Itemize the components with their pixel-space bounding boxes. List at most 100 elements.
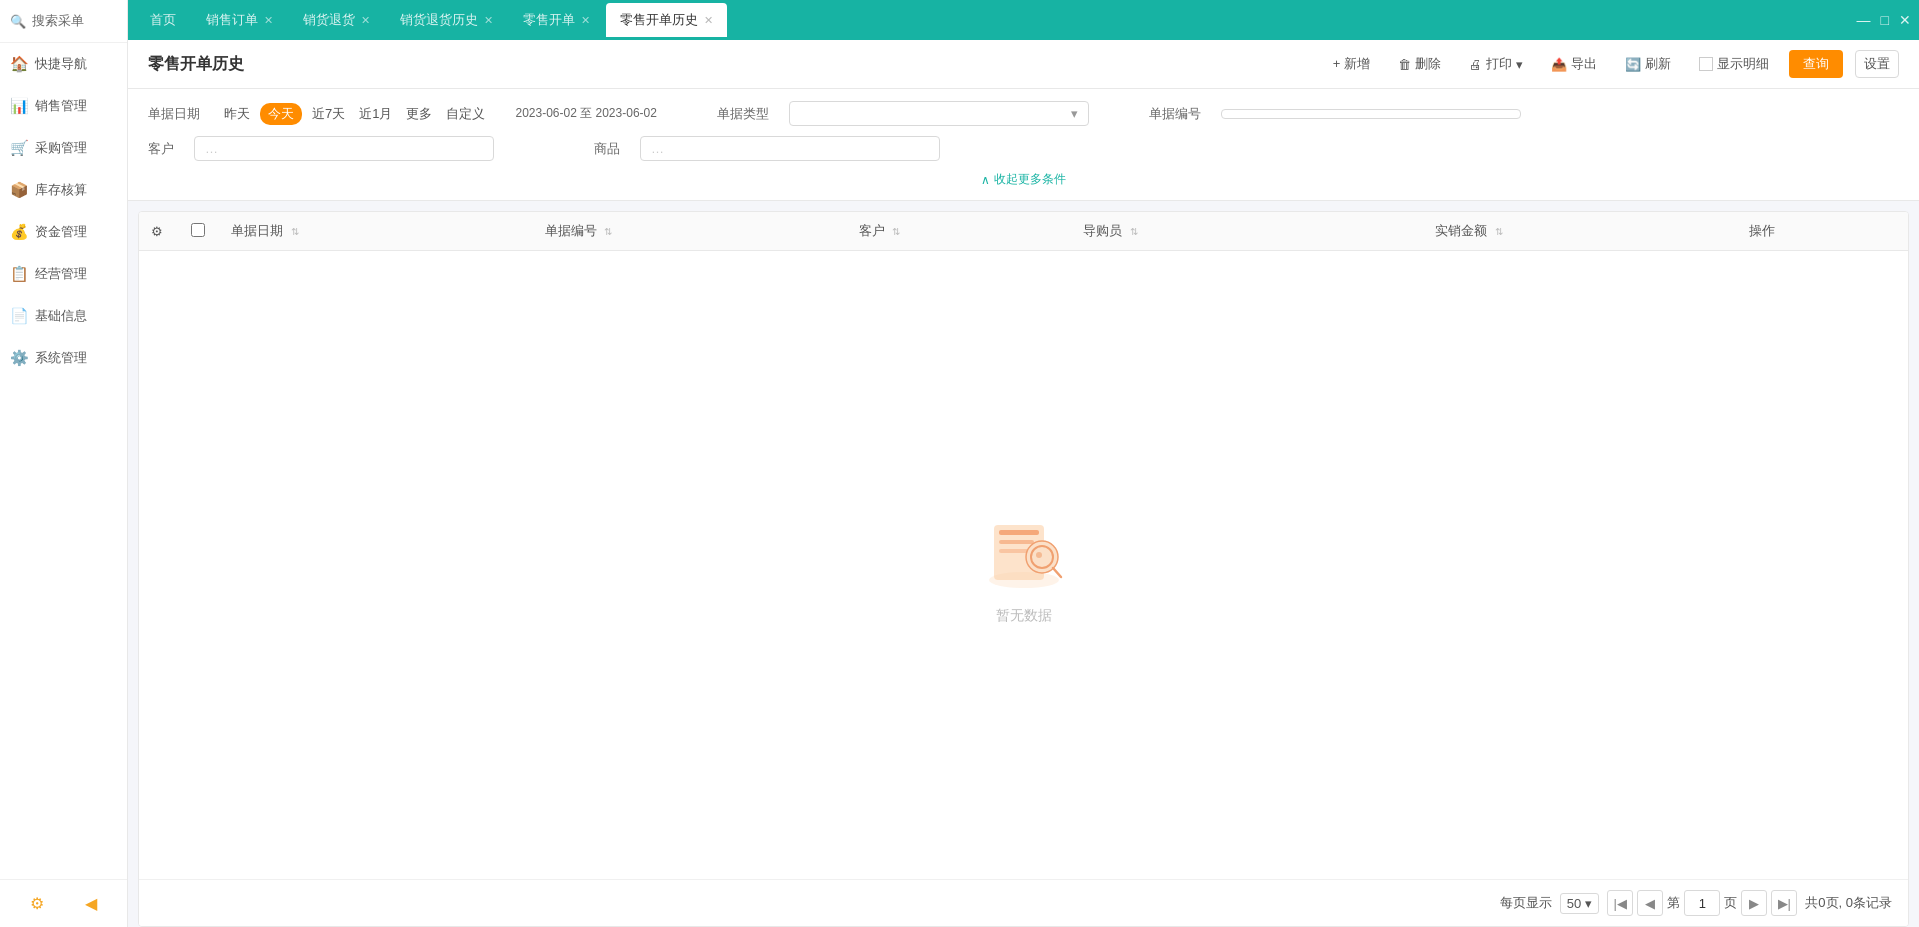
- settings-label: 设置: [1864, 55, 1890, 73]
- svg-rect-3: [999, 540, 1034, 544]
- tab-retail-open-label: 零售开单: [523, 11, 575, 29]
- sidebar-item-purchase[interactable]: 🛒 采购管理: [0, 127, 127, 169]
- collapse-sidebar-icon[interactable]: ◀: [85, 894, 97, 913]
- export-button[interactable]: 📤 导出: [1543, 51, 1605, 77]
- display-button[interactable]: 显示明细: [1691, 51, 1777, 77]
- col-date[interactable]: 单据日期 ⇅: [219, 212, 533, 251]
- goods-input[interactable]: …: [640, 136, 940, 161]
- page-last-btn[interactable]: ▶|: [1771, 890, 1797, 916]
- page-label-before: 第: [1667, 894, 1680, 912]
- sort-customer-icon: ⇅: [892, 226, 900, 237]
- shortcut-7days[interactable]: 近7天: [308, 103, 349, 125]
- window-controls: — □ ✕: [1857, 12, 1911, 28]
- col-customer[interactable]: 客户 ⇅: [847, 212, 1072, 251]
- sidebar-item-inventory[interactable]: 📦 库存核算: [0, 169, 127, 211]
- svg-rect-4: [999, 549, 1029, 553]
- tab-retail-open-history-close[interactable]: ✕: [704, 14, 713, 27]
- refresh-button[interactable]: 🔄 刷新: [1617, 51, 1679, 77]
- refresh-icon: 🔄: [1625, 57, 1641, 72]
- display-checkbox[interactable]: [1699, 57, 1713, 71]
- purchase-icon: 🛒: [10, 139, 29, 157]
- collapse-label: 收起更多条件: [994, 171, 1066, 188]
- filter-area: 单据日期 昨天 今天 近7天 近1月 更多 自定义 2023-06-02 至 2…: [128, 89, 1919, 201]
- page-nav: |◀ ◀ 第 页 ▶ ▶|: [1607, 890, 1797, 916]
- shortcut-yesterday[interactable]: 昨天: [220, 103, 254, 125]
- minimize-btn[interactable]: —: [1857, 12, 1871, 28]
- col-number[interactable]: 单据编号 ⇅: [533, 212, 847, 251]
- tab-retail-open-close[interactable]: ✕: [581, 14, 590, 27]
- settings-col-icon[interactable]: ⚙: [151, 224, 163, 239]
- sidebar-item-sales[interactable]: 📊 销售管理: [0, 85, 127, 127]
- shortcut-more[interactable]: 更多: [402, 103, 436, 125]
- basic-info-icon: 📄: [10, 307, 29, 325]
- shortcut-today[interactable]: 今天: [260, 103, 302, 125]
- tab-home[interactable]: 首页: [136, 3, 190, 37]
- col-salesperson[interactable]: 导购员 ⇅: [1071, 212, 1340, 251]
- main-area: 首页 销售订单 ✕ 销货退货 ✕ 销货退货历史 ✕ 零售开单 ✕ 零售开单历史 …: [128, 0, 1919, 927]
- sidebar-search[interactable]: 🔍 搜索采单: [0, 0, 127, 43]
- page-first-btn[interactable]: |◀: [1607, 890, 1633, 916]
- delete-button[interactable]: 🗑 删除: [1390, 51, 1449, 77]
- maximize-btn[interactable]: □: [1881, 12, 1889, 28]
- sidebar-item-label: 经营管理: [35, 265, 87, 283]
- page-next-btn[interactable]: ▶: [1741, 890, 1767, 916]
- sort-number-icon: ⇅: [604, 226, 612, 237]
- col-salesperson-label: 导购员: [1083, 223, 1122, 238]
- query-button[interactable]: 查询: [1789, 50, 1843, 78]
- page-size-select[interactable]: 50 ▾: [1560, 893, 1599, 914]
- shortcut-1month[interactable]: 近1月: [355, 103, 396, 125]
- sidebar-item-basic-info[interactable]: 📄 基础信息: [0, 295, 127, 337]
- query-label: 查询: [1803, 55, 1829, 73]
- tab-sales-order-close[interactable]: ✕: [264, 14, 273, 27]
- number-label: 单据编号: [1149, 105, 1201, 123]
- sidebar-item-label: 系统管理: [35, 349, 87, 367]
- sidebar-item-finance[interactable]: 💰 资金管理: [0, 211, 127, 253]
- type-select[interactable]: ▾: [789, 101, 1089, 126]
- tab-sales-order[interactable]: 销售订单 ✕: [192, 3, 287, 37]
- sidebar-item-label: 基础信息: [35, 307, 87, 325]
- tab-sales-return-close[interactable]: ✕: [361, 14, 370, 27]
- sidebar-item-quick-nav[interactable]: 🏠 快捷导航: [0, 43, 127, 85]
- system-icon: ⚙️: [10, 349, 29, 367]
- col-amount[interactable]: 实销金额 ⇅: [1423, 212, 1737, 251]
- page-size-value: 50: [1567, 896, 1581, 911]
- close-btn[interactable]: ✕: [1899, 12, 1911, 28]
- tab-sales-return-history[interactable]: 销货退货历史 ✕: [386, 3, 507, 37]
- customer-input[interactable]: …: [194, 136, 494, 161]
- col-date-label: 单据日期: [231, 223, 283, 238]
- sidebar-item-operations[interactable]: 📋 经营管理: [0, 253, 127, 295]
- empty-text: 暂无数据: [996, 607, 1052, 625]
- settings-bottom-icon[interactable]: ⚙: [30, 894, 44, 913]
- content-area: 零售开单历史 + 新增 🗑 删除 🖨 打印 ▾ 📤 导出 🔄: [128, 40, 1919, 927]
- col-action-label: 操作: [1749, 223, 1775, 238]
- collapse-up-icon: ∧: [981, 173, 990, 187]
- tab-retail-open[interactable]: 零售开单 ✕: [509, 3, 604, 37]
- type-dropdown-icon: ▾: [1071, 106, 1078, 121]
- shortcut-custom[interactable]: 自定义: [442, 103, 489, 125]
- tab-sales-return[interactable]: 销货退货 ✕: [289, 3, 384, 37]
- select-all-checkbox[interactable]: [191, 223, 205, 237]
- sidebar-item-label: 快捷导航: [35, 55, 87, 73]
- number-input[interactable]: [1221, 109, 1521, 119]
- page-header: 零售开单历史 + 新增 🗑 删除 🖨 打印 ▾ 📤 导出 🔄: [128, 40, 1919, 89]
- type-label: 单据类型: [717, 105, 769, 123]
- pagination: 每页显示 50 ▾ |◀ ◀ 第 页 ▶ ▶| 共0页, 0条记录: [139, 879, 1908, 926]
- sidebar-item-system[interactable]: ⚙️ 系统管理: [0, 337, 127, 379]
- col-number-label: 单据编号: [545, 223, 597, 238]
- svg-line-7: [1053, 568, 1061, 577]
- finance-icon: 💰: [10, 223, 29, 241]
- data-table: ⚙ 单据日期 ⇅ 单据编号 ⇅: [139, 212, 1908, 251]
- customer-placeholder: …: [205, 141, 218, 156]
- print-button[interactable]: 🖨 打印 ▾: [1461, 51, 1531, 77]
- settings-button[interactable]: 设置: [1855, 50, 1899, 78]
- toolbar: + 新增 🗑 删除 🖨 打印 ▾ 📤 导出 🔄 刷新: [1325, 50, 1899, 78]
- collapse-bar[interactable]: ∧ 收起更多条件: [148, 171, 1899, 188]
- tab-retail-open-history[interactable]: 零售开单历史 ✕: [606, 3, 727, 37]
- add-button[interactable]: + 新增: [1325, 51, 1378, 77]
- page-prev-btn[interactable]: ◀: [1637, 890, 1663, 916]
- sidebar-item-label: 采购管理: [35, 139, 87, 157]
- page-number-input[interactable]: [1684, 890, 1720, 916]
- date-label: 单据日期: [148, 105, 200, 123]
- col-action: 操作: [1737, 212, 1908, 251]
- tab-sales-return-history-close[interactable]: ✕: [484, 14, 493, 27]
